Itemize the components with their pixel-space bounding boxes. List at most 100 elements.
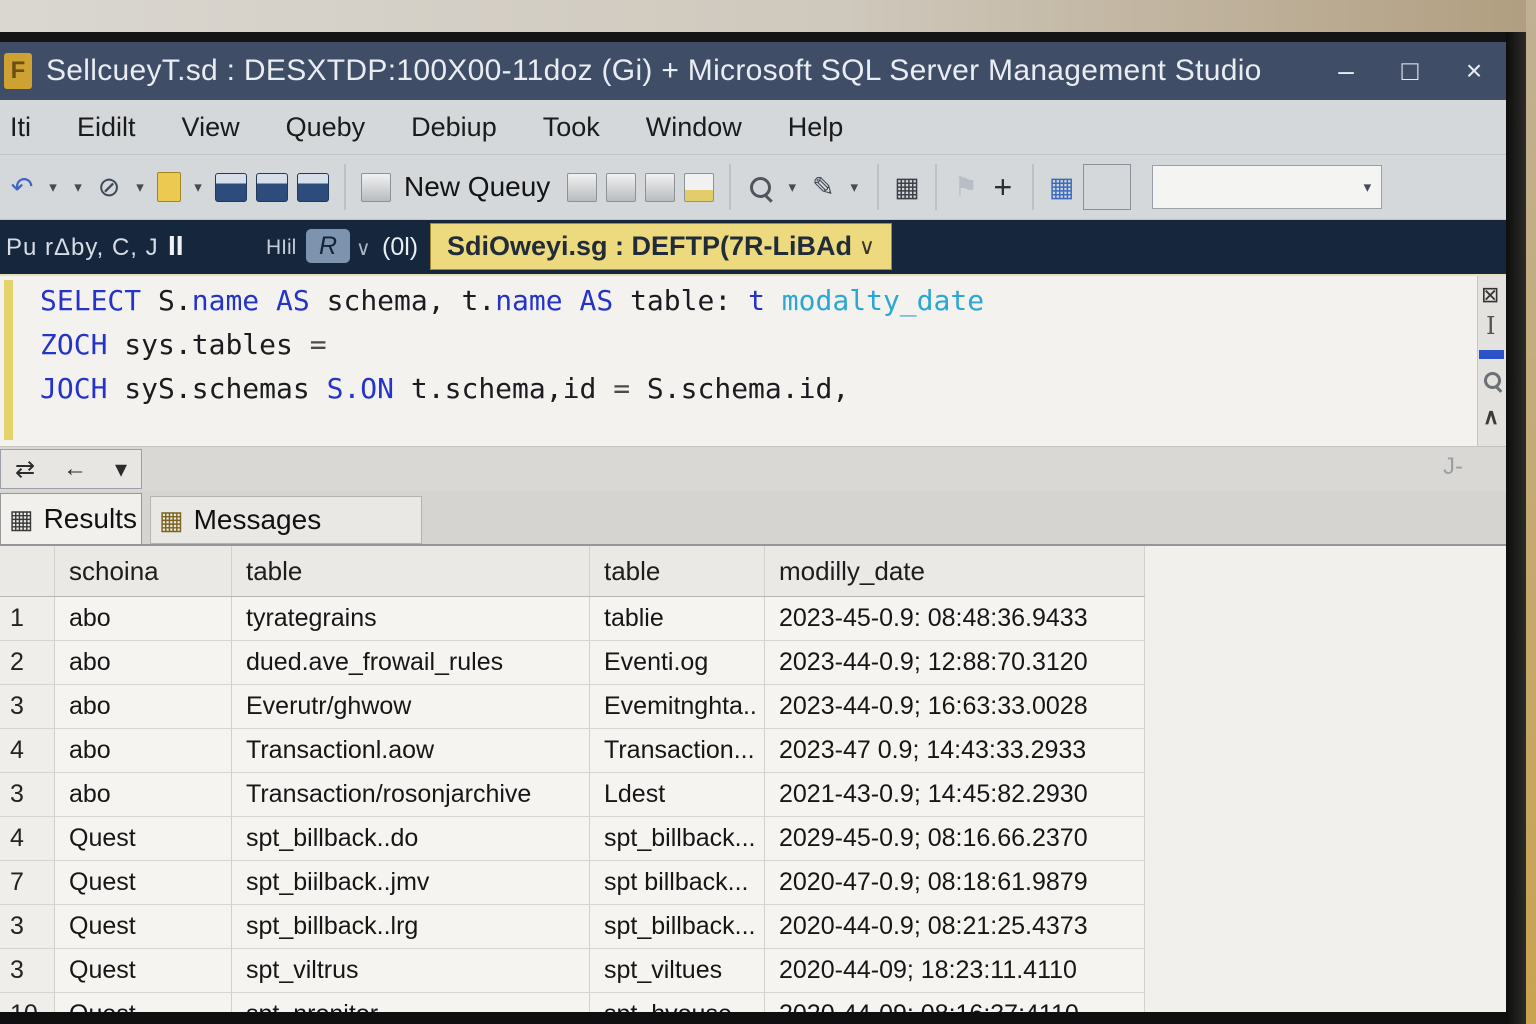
- cell[interactable]: 2023-45-0.9: 08:48:36.9433: [765, 597, 1145, 640]
- maximize-button[interactable]: □: [1378, 42, 1442, 100]
- cell[interactable]: Quest: [55, 905, 232, 948]
- cell[interactable]: Evemitnghta..: [590, 685, 765, 728]
- save-all-icon[interactable]: [297, 172, 329, 202]
- cell[interactable]: abo: [55, 685, 232, 728]
- table-row[interactable]: 7 Quest spt_biilback..jmv spt billback... 20…: [0, 861, 1145, 905]
- cell[interactable]: Quest: [55, 817, 232, 860]
- cell[interactable]: 2029-45-0.9; 08:16.66.2370: [765, 817, 1145, 860]
- search-icon[interactable]: [750, 176, 772, 198]
- column-header[interactable]: modilly_date: [765, 546, 1145, 596]
- cell[interactable]: Eventi.og: [590, 641, 765, 684]
- cell[interactable]: dued.ave_frowail_rules: [232, 641, 590, 684]
- cell[interactable]: 2020-47-0.9; 08:18:61.9879: [765, 861, 1145, 904]
- code-line[interactable]: JOCH syS.schemas S.ON t.schema,id = S.sc…: [40, 367, 984, 411]
- row-number[interactable]: 3: [0, 949, 55, 992]
- menu-item-eidilt[interactable]: Eidilt: [77, 112, 136, 143]
- table-grid-icon[interactable]: ▦: [894, 173, 920, 201]
- row-number[interactable]: 1: [0, 597, 55, 640]
- print-preview-icon[interactable]: [684, 172, 715, 202]
- chevron-down-icon[interactable]: ∨: [859, 234, 875, 260]
- scrollbar-thumb[interactable]: [1479, 350, 1504, 359]
- column-header[interactable]: table: [232, 546, 590, 596]
- menu-item-window[interactable]: Window: [646, 112, 742, 143]
- sql-editor[interactable]: SELECT S.name AS schema, t.name AS table…: [0, 274, 1506, 446]
- chevron-down-icon[interactable]: ▾: [1359, 178, 1375, 196]
- zoom-icon[interactable]: [1484, 372, 1501, 389]
- cell[interactable]: Transactionl.aow: [232, 729, 590, 772]
- chevron-up-icon[interactable]: ∧: [1483, 404, 1499, 430]
- row-number[interactable]: 3: [0, 685, 55, 728]
- pause-icon[interactable]: II: [168, 230, 184, 262]
- table-row[interactable]: 3 abo Everutr/ghwow Evemitnghta.. 2023-44-0.…: [0, 685, 1145, 729]
- row-number[interactable]: 4: [0, 817, 55, 860]
- row-number[interactable]: 10: [0, 993, 55, 1012]
- execute-dropdown-icon[interactable]: ▾: [846, 178, 862, 196]
- close-button[interactable]: ×: [1442, 42, 1506, 100]
- menu-item-debiup[interactable]: Debiup: [411, 112, 497, 143]
- cell[interactable]: spt_viltrus: [232, 949, 590, 992]
- run-button[interactable]: R: [306, 229, 350, 263]
- code-lines[interactable]: SELECT S.name AS schema, t.name AS table…: [40, 279, 984, 411]
- cell[interactable]: spt_biilback..jmv: [232, 861, 590, 904]
- cell[interactable]: 2023-44-0.9; 16:63:33.0028: [765, 685, 1145, 728]
- cell[interactable]: abo: [55, 597, 232, 640]
- editor-scrollbar[interactable]: ⊠ I ∧: [1477, 276, 1506, 446]
- row-number[interactable]: 3: [0, 773, 55, 816]
- row-number[interactable]: 4: [0, 729, 55, 772]
- menu-item-view[interactable]: View: [182, 112, 240, 143]
- execute-icon[interactable]: ✎: [809, 172, 837, 202]
- add-icon[interactable]: +: [989, 171, 1017, 203]
- cell[interactable]: Everutr/ghwow: [232, 685, 590, 728]
- cell[interactable]: spt billback...: [590, 861, 765, 904]
- column-header[interactable]: schoina: [55, 546, 232, 596]
- results-grid-icon[interactable]: ▦: [1049, 173, 1075, 201]
- cell[interactable]: Ldest: [590, 773, 765, 816]
- search-dropdown-icon[interactable]: ▾: [784, 178, 800, 196]
- minimize-button[interactable]: –: [1314, 42, 1378, 100]
- map-mode-icon[interactable]: ⊠: [1481, 282, 1499, 308]
- cell[interactable]: Transaction...: [590, 729, 765, 772]
- cell[interactable]: spt_viltues: [590, 949, 765, 992]
- paste-icon[interactable]: [645, 172, 676, 202]
- toolbar-combobox[interactable]: ▾: [1152, 165, 1383, 209]
- cell[interactable]: 2020-44-09; 18:23:11.4110: [765, 949, 1145, 992]
- row-number[interactable]: 2: [0, 641, 55, 684]
- navigate-dropdown-icon[interactable]: ▾: [132, 178, 148, 196]
- table-row[interactable]: 3 Quest spt_billback..lrg spt_billback... 20…: [0, 905, 1145, 949]
- cell[interactable]: Quest: [55, 949, 232, 992]
- cell[interactable]: spt_nronitor: [232, 993, 590, 1012]
- flag-icon[interactable]: ⚑: [952, 172, 980, 202]
- cell[interactable]: 2023-44-0.9; 12:88:70.3120: [765, 641, 1145, 684]
- tab-results[interactable]: ▦ Results: [0, 493, 142, 544]
- save-icon[interactable]: [256, 172, 288, 202]
- cell[interactable]: Quest: [55, 993, 232, 1012]
- cell[interactable]: abo: [55, 773, 232, 816]
- undo-icon[interactable]: ↶: [8, 172, 36, 202]
- cell[interactable]: Quest: [55, 861, 232, 904]
- table-row[interactable]: 1 abo tyrategrains tablie 2023-45-0.9: 08:48…: [0, 597, 1145, 641]
- table-row[interactable]: 2 abo dued.ave_frowail_rules Eventi.og 2023-…: [0, 641, 1145, 685]
- cell[interactable]: 2021-43-0.9; 14:45:82.2930: [765, 773, 1145, 816]
- column-header[interactable]: table: [590, 546, 765, 596]
- copy-icon[interactable]: [606, 172, 637, 202]
- cell[interactable]: tyrategrains: [232, 597, 590, 640]
- table-row[interactable]: 4 abo Transactionl.aow Transaction... 2023-4…: [0, 729, 1145, 773]
- sync-icon[interactable]: ⇄: [15, 455, 35, 484]
- cell[interactable]: abo: [55, 729, 232, 772]
- table-row[interactable]: 3 abo Transaction/rosonjarchive Ldest 2021-4…: [0, 773, 1145, 817]
- undo-dropdown-icon[interactable]: ▾: [45, 178, 61, 196]
- corner-header[interactable]: [0, 546, 55, 596]
- row-number[interactable]: 7: [0, 861, 55, 904]
- code-line[interactable]: SELECT S.name AS schema, t.name AS table…: [40, 279, 984, 323]
- chevron-down-icon[interactable]: ∨: [356, 236, 371, 261]
- tab-messages[interactable]: ▦ Messages: [150, 496, 422, 544]
- cell[interactable]: 2023-47 0.9; 14:43:33.2933: [765, 729, 1145, 772]
- cell[interactable]: spt_billback...: [590, 817, 765, 860]
- chevron-down-icon[interactable]: ▾: [115, 455, 127, 484]
- cell[interactable]: spt_hvouse: [590, 993, 765, 1012]
- menu-item-took[interactable]: Took: [543, 112, 600, 143]
- row-number[interactable]: 3: [0, 905, 55, 948]
- cell[interactable]: spt_billback..do: [232, 817, 590, 860]
- open-file-icon[interactable]: [215, 172, 247, 202]
- new-file-dropdown-icon[interactable]: ▾: [190, 178, 206, 196]
